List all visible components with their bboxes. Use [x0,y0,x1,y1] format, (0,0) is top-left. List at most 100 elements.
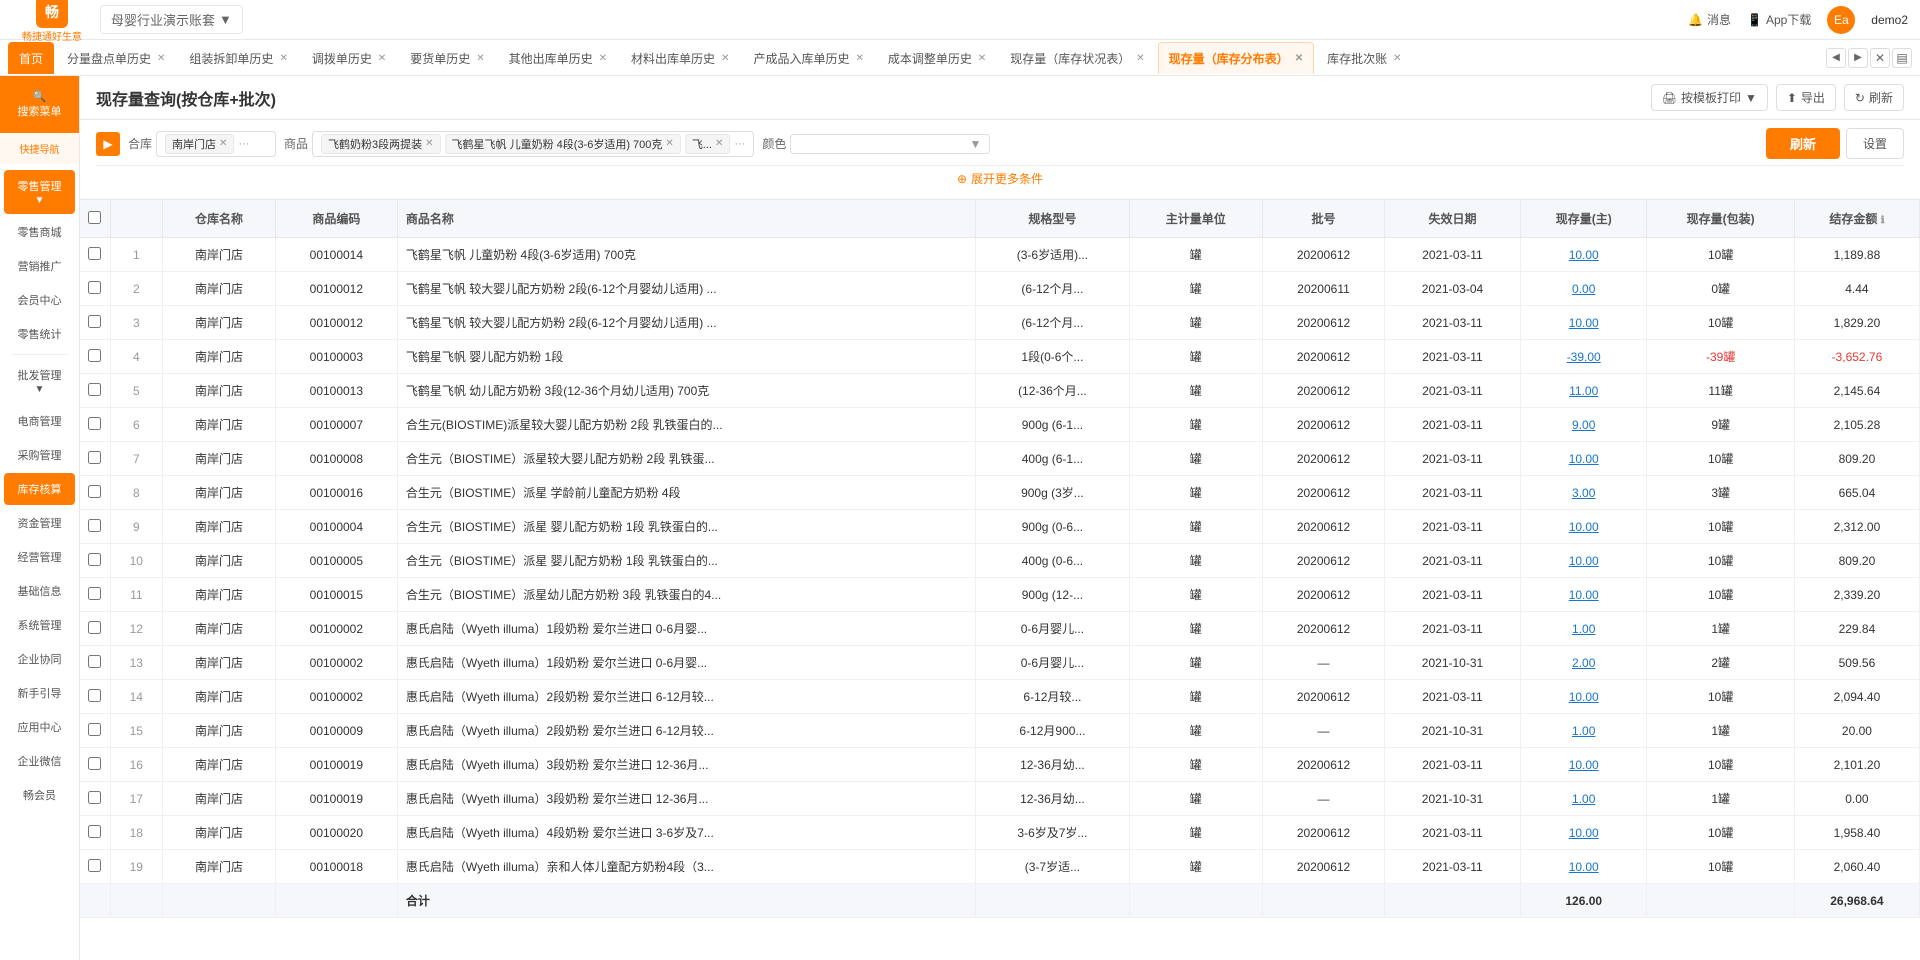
filter-expand-toggle[interactable]: ⊕ 展开更多条件 [96,165,1904,191]
select-all-checkbox[interactable] [88,211,101,224]
row-checkbox[interactable] [80,272,110,306]
row-qty-main[interactable]: 3.00 [1520,476,1647,510]
row-checkbox[interactable] [80,748,110,782]
sidebar-item-retail-mgmt[interactable]: 零售管理 ▼ [4,170,75,214]
filter-more-icon[interactable]: ··· [734,138,745,150]
row-checkbox[interactable] [80,476,110,510]
row-checkbox[interactable] [80,408,110,442]
tag-close-icon[interactable]: ✕ [425,138,433,149]
product-tag-container[interactable]: 飞鹤奶粉3段两提装 ✕ 飞鹤星飞帆 儿童奶粉 4段(3-6岁适用) 700克 ✕… [312,131,754,157]
nav-close-all-icon[interactable]: ✕ [1870,48,1890,68]
nav-next-icon[interactable]: ▶ [1848,48,1868,68]
sidebar-item-ecommerce[interactable]: 电商管理 [4,405,75,437]
row-checkbox[interactable] [80,646,110,680]
refresh-button[interactable]: ↻ 刷新 [1844,84,1904,111]
tab-tiaobo[interactable]: 调拨单历史 ✕ [301,42,397,74]
sidebar-item-purchase[interactable]: 采购管理 [4,439,75,471]
row-qty-main[interactable]: 1.00 [1520,714,1647,748]
sidebar-item-member-card[interactable]: 畅会员 [4,779,75,811]
tab-close-icon[interactable]: ✕ [1295,53,1303,64]
row-checkbox[interactable] [80,340,110,374]
tab-stock-status[interactable]: 现存量（库存状况表） ✕ [999,42,1155,74]
row-checkbox[interactable] [80,782,110,816]
row-qty-main[interactable]: 10.00 [1520,680,1647,714]
tab-close-icon[interactable]: ✕ [599,53,607,64]
filter-more-icon[interactable]: ··· [238,138,249,150]
row-qty-main[interactable]: 10.00 [1520,850,1647,884]
sidebar-item-operations[interactable]: 经营管理 [4,541,75,573]
row-qty-main[interactable]: 1.00 [1520,782,1647,816]
row-qty-main[interactable]: 2.00 [1520,646,1647,680]
tab-close-icon[interactable]: ✕ [476,53,484,64]
tab-material-out[interactable]: 材料出库单历史 ✕ [620,42,740,74]
sidebar-item-marketing[interactable]: 营销推广 [4,250,75,282]
sidebar-item-corp[interactable]: 企业协同 [4,643,75,675]
tab-yaohu[interactable]: 要货单历史 ✕ [399,42,495,74]
row-qty-main[interactable]: 9.00 [1520,408,1647,442]
sidebar-item-member[interactable]: 会员中心 [4,284,75,316]
row-checkbox[interactable] [80,442,110,476]
row-qty-main[interactable]: 10.00 [1520,442,1647,476]
sidebar-item-finance[interactable]: 资金管理 [4,507,75,539]
row-qty-main[interactable]: 10.00 [1520,816,1647,850]
color-tag-container[interactable]: ▼ [790,134,990,154]
tab-fenku[interactable]: 分量盘点单历史 ✕ [56,42,176,74]
row-qty-main[interactable]: -39.00 [1520,340,1647,374]
tab-product-in[interactable]: 产成品入库单历史 ✕ [742,42,874,74]
tab-close-icon[interactable]: ✕ [1393,53,1401,64]
row-checkbox[interactable] [80,612,110,646]
tag-close-icon[interactable]: ✕ [219,138,227,149]
print-button[interactable]: 🖨 按模板打印 ▼ [1651,84,1768,111]
row-checkbox[interactable] [80,510,110,544]
row-qty-main[interactable]: 11.00 [1520,374,1647,408]
tag-close-icon[interactable]: ✕ [665,138,673,149]
tab-close-icon[interactable]: ✕ [721,53,729,64]
tab-close-icon[interactable]: ✕ [1136,53,1144,64]
sidebar-item-inventory[interactable]: 库存核算 [4,473,75,505]
row-checkbox[interactable] [80,680,110,714]
row-checkbox[interactable] [80,544,110,578]
row-checkbox[interactable] [80,238,110,272]
nav-prev-icon[interactable]: ◀ [1826,48,1846,68]
tab-zucai[interactable]: 组装拆卸单历史 ✕ [178,42,298,74]
tab-close-icon[interactable]: ✕ [157,53,165,64]
row-qty-main[interactable]: 10.00 [1520,748,1647,782]
row-qty-main[interactable]: 10.00 [1520,544,1647,578]
row-qty-main[interactable]: 10.00 [1520,306,1647,340]
warehouse-tag-container[interactable]: 南岸门店 ✕ ··· [156,131,276,157]
sidebar-item-retail-shop[interactable]: 零售商城 [4,216,75,248]
industry-selector[interactable]: 母婴行业演示账套 ▼ [100,5,243,34]
table-container[interactable]: 仓库名称 商品编码 商品名称 规格型号 主计量单位 批号 失效日期 现存量(主)… [80,200,1920,960]
app-download-btn[interactable]: 📱 App下载 [1747,11,1811,28]
settings-button[interactable]: 设置 [1846,128,1904,159]
tab-cost-adj[interactable]: 成本调整单历史 ✕ [877,42,997,74]
tag-close-icon[interactable]: ✕ [715,138,723,149]
tab-close-icon[interactable]: ✕ [855,53,863,64]
tab-close-icon[interactable]: ✕ [378,53,386,64]
export-button[interactable]: ⬆ 导出 [1776,84,1836,111]
tab-close-icon[interactable]: ✕ [279,53,287,64]
nav-menu-icon[interactable]: ▤ [1892,48,1912,68]
row-checkbox[interactable] [80,578,110,612]
sidebar-item-retail-stats[interactable]: 零售统计 [4,318,75,350]
row-checkbox[interactable] [80,374,110,408]
row-qty-main[interactable]: 0.00 [1520,272,1647,306]
query-button[interactable]: 刷新 [1766,128,1840,159]
messages-btn[interactable]: 🔔 消息 [1688,11,1731,28]
row-checkbox[interactable] [80,850,110,884]
tab-batch-ledger[interactable]: 库存批次账 ✕ [1316,42,1412,74]
sidebar-item-corp-wechat[interactable]: 企业微信 [4,745,75,777]
row-checkbox[interactable] [80,306,110,340]
filter-expand-arrow[interactable]: ▶ [96,132,120,156]
tab-stock-dist[interactable]: 现存量（库存分布表） ✕ [1158,42,1314,74]
sidebar-item-app-center[interactable]: 应用中心 [4,711,75,743]
row-checkbox[interactable] [80,714,110,748]
tab-other-out[interactable]: 其他出库单历史 ✕ [498,42,618,74]
sidebar-item-base-info[interactable]: 基础信息 [4,575,75,607]
row-qty-main[interactable]: 10.00 [1520,578,1647,612]
sidebar-search-btn[interactable]: 🔍 搜索菜单 [0,82,79,127]
avatar[interactable]: Ea [1827,6,1855,34]
sidebar-item-system[interactable]: 系统管理 [4,609,75,641]
tab-close-icon[interactable]: ✕ [978,53,986,64]
row-qty-main[interactable]: 10.00 [1520,510,1647,544]
